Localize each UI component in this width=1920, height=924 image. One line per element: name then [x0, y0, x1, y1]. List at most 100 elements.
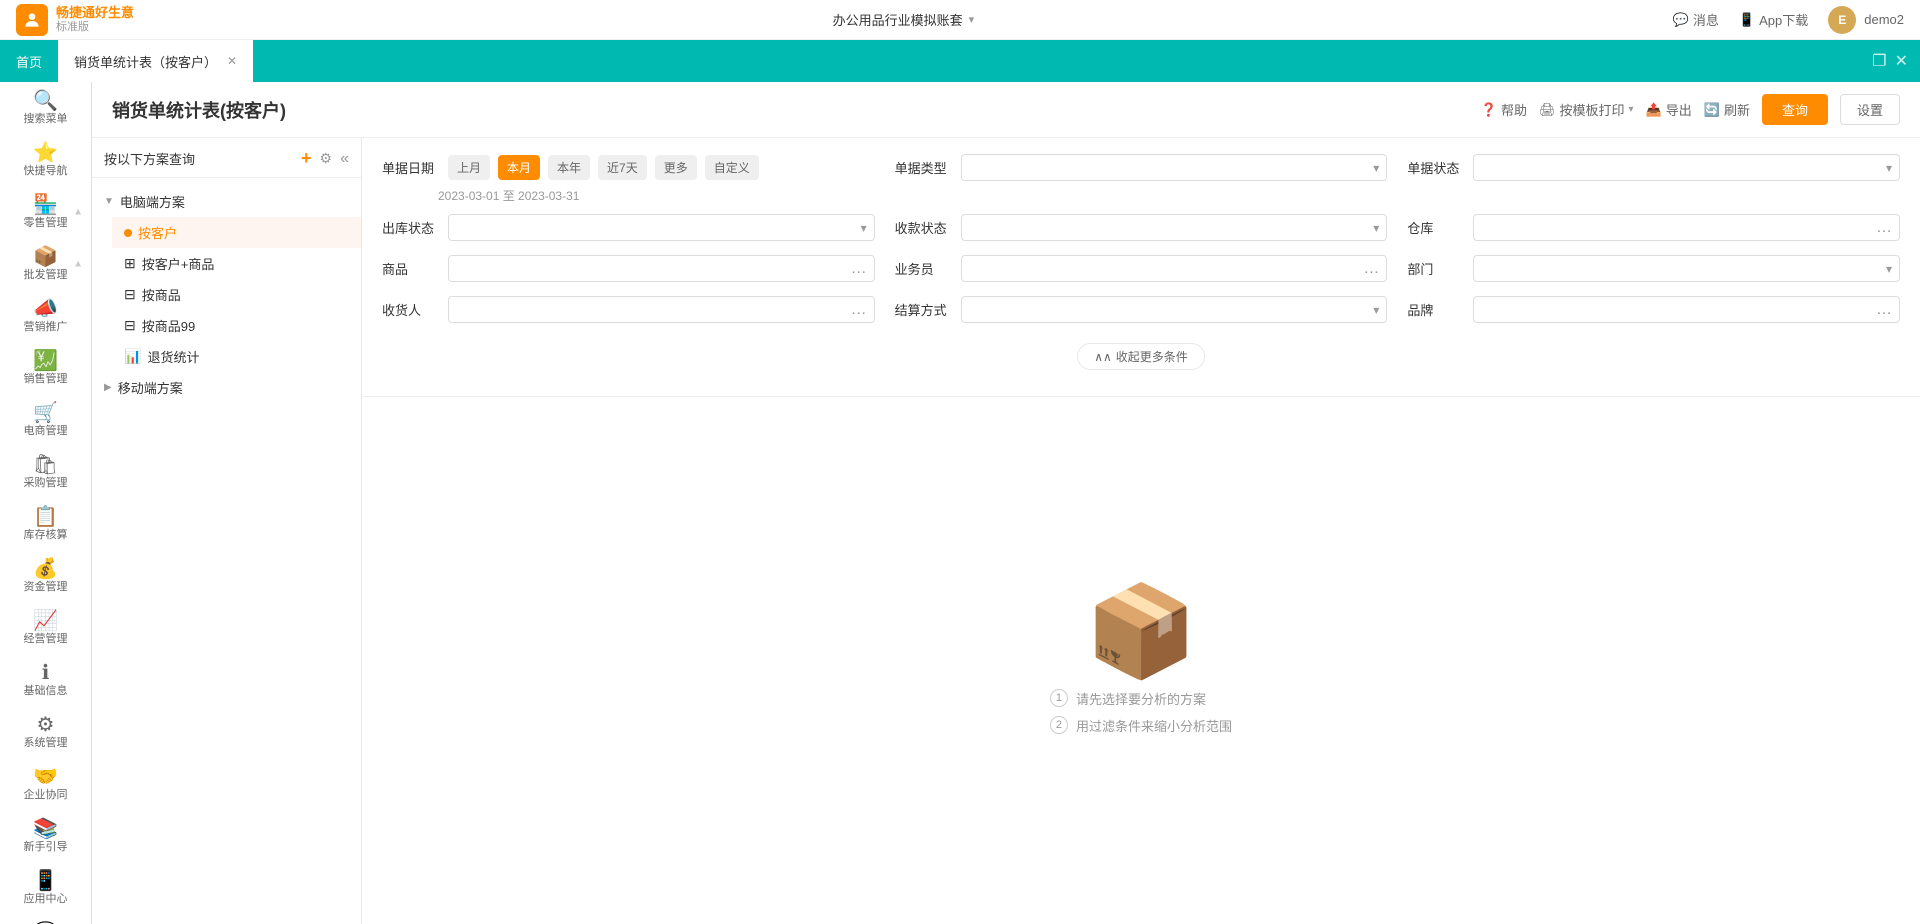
tree-group-mobile-arrow: ▶: [104, 382, 112, 393]
help-btn[interactable]: ❓ 帮助: [1481, 100, 1527, 119]
sidebar-item-inventory[interactable]: 📋 库存核算: [0, 498, 91, 550]
app-download-btn[interactable]: 📱 App下载: [1739, 10, 1808, 29]
payment-status-label: 收款状态: [895, 218, 951, 237]
print-icon: 🖨: [1539, 102, 1556, 118]
sidebar-item-finance[interactable]: 💰 资金管理: [0, 550, 91, 602]
sidebar-item-search-menu[interactable]: 🔍 搜索菜单: [0, 82, 91, 134]
sidebar-item-enterprise-coop[interactable]: 🤝 企业协同: [0, 758, 91, 810]
tree-leaf-return-stats-label: 退货统计: [147, 347, 199, 366]
query-button[interactable]: 查询: [1762, 94, 1828, 125]
date-btn-this-month[interactable]: 本月: [498, 155, 540, 180]
settlement-label: 结算方式: [895, 300, 951, 319]
receiver-dots[interactable]: …: [845, 301, 873, 319]
doc-status-select[interactable]: [1473, 154, 1900, 181]
sidebar-item-purchase-mgmt[interactable]: 🛍 采购管理: [0, 446, 91, 498]
payment-status-select[interactable]: [961, 214, 1388, 241]
sidebar-item-system-mgmt[interactable]: ⚙ 系统管理: [0, 706, 91, 758]
tree-leaf-by-customer[interactable]: 按客户: [112, 217, 361, 248]
tab-sales-stats[interactable]: 销货单统计表（按客户） ✕: [58, 40, 253, 82]
brand-dots[interactable]: …: [1870, 301, 1898, 319]
filter-row-department: 部门: [1407, 255, 1900, 282]
sidebar-item-marketing[interactable]: 📣 营销推广: [0, 290, 91, 342]
message-icon: 💬: [1673, 12, 1689, 28]
purchase-mgmt-icon: 🛍: [33, 455, 58, 475]
tab-home[interactable]: 首页: [0, 40, 58, 82]
filter-row-warehouse: 仓库 …: [1407, 214, 1900, 241]
export-btn[interactable]: 📤 导出: [1646, 100, 1692, 119]
salesperson-input[interactable]: [961, 255, 1388, 282]
finance-icon: 💰: [33, 559, 58, 579]
retail-mgmt-icon: 🏪: [33, 195, 58, 215]
salesperson-dots[interactable]: …: [1357, 260, 1385, 278]
sales-stats-tab-label: 销货单统计表（按客户）: [74, 52, 217, 71]
doc-type-select[interactable]: [961, 154, 1388, 181]
department-select-wrapper: [1473, 255, 1900, 282]
date-btn-more[interactable]: 更多: [655, 155, 697, 180]
filter-result-panel: 单据日期 上月 本月 本年 近7天 更多 自定义: [362, 138, 1920, 924]
content-panel: 销货单统计表(按客户) ❓ 帮助 🖨 按模板打印 ▾ 📤 导出 🔄 刷新: [92, 82, 1920, 924]
active-dot-icon: [124, 229, 132, 237]
date-btn-last-month[interactable]: 上月: [448, 155, 490, 180]
tree-group-desktop-header[interactable]: ▼ 电脑端方案: [92, 186, 361, 217]
sidebar-item-new-guide[interactable]: 📚 新手引导: [0, 810, 91, 862]
retail-mgmt-arrow: ▲: [73, 207, 83, 218]
sidebar-item-sales-mgmt[interactable]: 💹 销售管理: [0, 342, 91, 394]
tip-num-2: 2: [1050, 716, 1068, 734]
tab-close-icon[interactable]: ✕: [227, 54, 237, 68]
enterprise-coop-icon: 🤝: [33, 767, 58, 787]
tree-group-desktop-children: 按客户 ⊞ 按客户+商品 ⊟ 按商品 ⊟: [92, 217, 361, 372]
quick-nav-icon: ⭐: [33, 143, 58, 163]
tree-leaf-by-product-99[interactable]: ⊟ 按商品99: [112, 310, 361, 341]
payment-status-select-wrapper: [961, 214, 1388, 241]
sidebar-item-app-center[interactable]: 📱 应用中心: [0, 862, 91, 914]
receiver-input[interactable]: [448, 296, 875, 323]
product-dots[interactable]: …: [845, 260, 873, 278]
sidebar-item-wholesale-mgmt[interactable]: 📦 批发管理 ▲: [0, 238, 91, 290]
message-btn[interactable]: 💬 消息: [1673, 10, 1719, 29]
settings-button[interactable]: 设置: [1840, 94, 1900, 125]
operations-icon: 📈: [33, 611, 58, 631]
filter-row-settlement: 结算方式: [895, 296, 1388, 323]
sidebar-item-operations[interactable]: 📈 经营管理: [0, 602, 91, 654]
filter-row-doc-type: 单据类型: [895, 154, 1388, 181]
brand-input[interactable]: [1473, 296, 1900, 323]
ecommerce-icon: 🛒: [33, 403, 58, 423]
receiver-label: 收货人: [382, 300, 438, 319]
date-btn-custom[interactable]: 自定义: [705, 155, 759, 180]
user-area[interactable]: E demo2: [1828, 6, 1904, 34]
product-input[interactable]: [448, 255, 875, 282]
tree-leaf-by-product[interactable]: ⊟ 按商品: [112, 279, 361, 310]
top-header: 畅捷通好生意 标准版 办公用品行业模拟账套 ▾ 💬 消息 📱 App下载 E d…: [0, 0, 1920, 40]
system-selector[interactable]: 办公用品行业模拟账套 ▾: [833, 10, 975, 29]
scheme-settings-icon[interactable]: ⚙: [320, 150, 333, 167]
tree-leaf-by-customer-product[interactable]: ⊞ 按客户+商品: [112, 248, 361, 279]
inventory-icon: 📋: [33, 507, 58, 527]
collapse-btn[interactable]: ∧∧ 收起更多条件: [1077, 343, 1205, 370]
tree-group-mobile-header[interactable]: ▶ 移动端方案: [92, 372, 361, 403]
print-btn[interactable]: 🖨 按模板打印 ▾: [1539, 100, 1634, 119]
product-icon: ⊟: [124, 286, 136, 303]
doc-status-label: 单据状态: [1407, 158, 1463, 177]
sidebar-item-ecommerce[interactable]: 🛒 电商管理: [0, 394, 91, 446]
close-tab-icon[interactable]: ✕: [1895, 51, 1908, 71]
restore-icon[interactable]: ❐: [1872, 51, 1886, 71]
settlement-select[interactable]: [961, 296, 1388, 323]
warehouse-input[interactable]: [1473, 214, 1900, 241]
sidebar-item-basic-info[interactable]: ℹ 基础信息: [0, 654, 91, 706]
sidebar-item-enterprise-wechat[interactable]: 💬 企业微信: [0, 914, 91, 924]
date-btn-this-year[interactable]: 本年: [548, 155, 590, 180]
tree-leaf-return-stats[interactable]: 📊 退货统计: [112, 341, 361, 372]
date-btn-last-7-days[interactable]: 近7天: [598, 155, 647, 180]
sidebar-item-retail-mgmt[interactable]: 🏪 零售管理 ▲: [0, 186, 91, 238]
logo-text: 畅捷通好生意 标准版: [56, 5, 134, 34]
out-status-select[interactable]: [448, 214, 875, 241]
brand-label: 品牌: [1407, 300, 1463, 319]
sales-mgmt-icon: 💹: [33, 351, 58, 371]
scheme-add-icon[interactable]: +: [301, 148, 312, 169]
sidebar-item-quick-nav[interactable]: ⭐ 快捷导航: [0, 134, 91, 186]
scheme-collapse-icon[interactable]: «: [340, 150, 349, 168]
refresh-btn[interactable]: 🔄 刷新: [1704, 100, 1750, 119]
department-select[interactable]: [1473, 255, 1900, 282]
warehouse-dots[interactable]: …: [1870, 219, 1898, 237]
tip-num-1: 1: [1050, 689, 1068, 707]
